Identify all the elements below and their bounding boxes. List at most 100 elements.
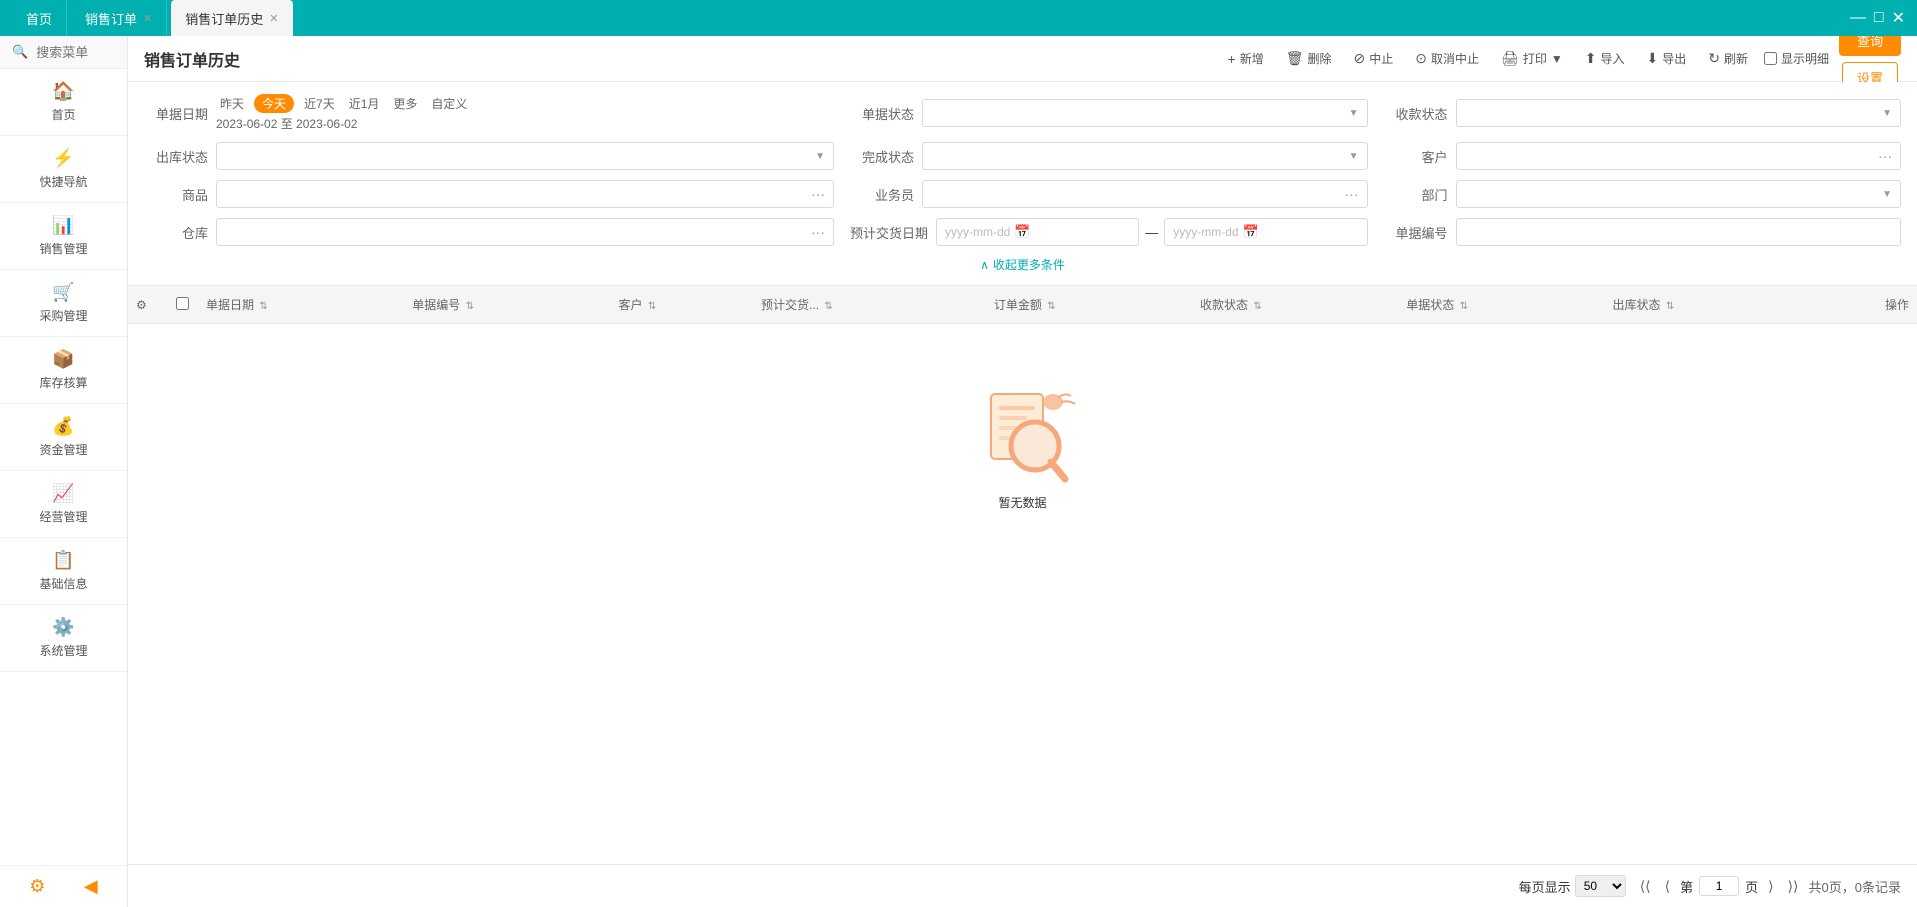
tab-sales-order-close[interactable]: ✕ bbox=[143, 12, 152, 25]
th-number[interactable]: 单据编号 ⇅ bbox=[404, 286, 610, 324]
complete-status-select[interactable]: ▼ bbox=[922, 142, 1368, 170]
sidebar-item-finance[interactable]: 💰 资金管理 bbox=[0, 404, 127, 471]
outbound-status-select[interactable]: ▼ bbox=[216, 142, 834, 170]
sidebar-item-finance-label: 资金管理 bbox=[39, 441, 87, 458]
empty-text: 暂无数据 bbox=[998, 494, 1046, 511]
sidebar-search-bar[interactable]: 🔍 bbox=[0, 36, 127, 69]
sales-icon: 📊 bbox=[52, 215, 74, 236]
pagination: ⟨⟨ ⟨ 第 页 ⟩ ⟩⟩ 共0页，0条记录 bbox=[1636, 876, 1901, 897]
stop-icon: ⊘ bbox=[1354, 50, 1366, 67]
receipt-status-label: 收款状态 bbox=[1384, 104, 1448, 123]
customer-dots-icon[interactable]: ··· bbox=[1878, 148, 1892, 164]
goods-dots-icon[interactable]: ··· bbox=[811, 186, 825, 202]
sidebar-item-home[interactable]: 🏠 首页 bbox=[0, 69, 127, 136]
th-receipt-status-label: 收款状态 bbox=[1200, 298, 1248, 312]
page-number-input[interactable] bbox=[1699, 876, 1739, 896]
collapse-filter-button[interactable]: ∧ 收起更多条件 bbox=[144, 256, 1901, 273]
home-icon: 🏠 bbox=[52, 81, 74, 102]
filter-row-1: 单据日期 昨天 今天 近7天 近1月 更多 自定义 2023-06-02 至 2… bbox=[144, 94, 1901, 132]
th-settings[interactable]: ⚙ bbox=[128, 286, 168, 324]
sidebar-item-quick-nav[interactable]: ⚡ 快捷导航 bbox=[0, 136, 127, 203]
th-receipt-status[interactable]: 收款状态 ⇅ bbox=[1192, 286, 1398, 324]
date-7days-btn[interactable]: 近7天 bbox=[300, 94, 339, 113]
delete-icon: 🗑 bbox=[1286, 50, 1304, 67]
tab-home[interactable]: 首页 bbox=[12, 0, 67, 36]
stop-button[interactable]: ⊘ 中止 bbox=[1348, 46, 1400, 71]
date-custom-btn[interactable]: 自定义 bbox=[427, 94, 471, 113]
settings-bottom-icon[interactable]: ⚙ bbox=[29, 876, 45, 897]
last-page-btn[interactable]: ⟩⟩ bbox=[1784, 876, 1803, 897]
top-bar: 首页 销售订单 ✕ 销售订单历史 ✕ — □ ✕ bbox=[0, 0, 1917, 36]
sidebar-item-operation[interactable]: 📈 经营管理 bbox=[0, 471, 127, 538]
sidebar-item-basic[interactable]: 📋 基础信息 bbox=[0, 538, 127, 605]
th-checkbox[interactable] bbox=[168, 286, 198, 324]
department-select[interactable]: ▼ bbox=[1456, 180, 1902, 208]
page-size-selector: 每页显示 50 20 100 bbox=[1519, 875, 1626, 897]
th-amount[interactable]: 订单金额 ⇅ bbox=[986, 286, 1192, 324]
customer-input[interactable]: ··· bbox=[1456, 142, 1902, 170]
tab-sales-order-history[interactable]: 销售订单历史 ✕ bbox=[171, 0, 293, 36]
export-button[interactable]: ⬇ 导出 bbox=[1640, 46, 1692, 71]
salesperson-input[interactable]: ··· bbox=[922, 180, 1368, 208]
salesperson-dots-icon[interactable]: ··· bbox=[1345, 186, 1359, 202]
delivery-date-start[interactable]: yyyy-mm-dd 📅 bbox=[936, 218, 1139, 246]
prev-page-btn[interactable]: ⟨ bbox=[1661, 876, 1674, 897]
goods-label: 商品 bbox=[144, 185, 208, 204]
query-button[interactable]: 查询 bbox=[1839, 36, 1901, 56]
warehouse-dots-icon[interactable]: ··· bbox=[811, 224, 825, 240]
calendar-start-icon[interactable]: 📅 bbox=[1014, 224, 1030, 240]
collapse-sidebar-icon[interactable]: ◀ bbox=[84, 876, 98, 897]
goods-input[interactable]: ··· bbox=[216, 180, 834, 208]
bill-status-select[interactable]: ▼ bbox=[922, 99, 1368, 127]
delivery-date-end[interactable]: yyyy-mm-dd 📅 bbox=[1164, 218, 1367, 246]
tab-sales-order-history-close[interactable]: ✕ bbox=[269, 12, 278, 25]
filter-row-4: 仓库 ··· 预计交货日期 yyyy-mm-dd 📅 — yyyy bbox=[144, 218, 1901, 246]
date-1month-btn[interactable]: 近1月 bbox=[345, 94, 384, 113]
import-label: 导入 bbox=[1600, 50, 1624, 67]
complete-status-arrow-icon: ▼ bbox=[1349, 151, 1359, 162]
cancel-stop-icon: ⊙ bbox=[1415, 50, 1427, 67]
cancel-stop-label: 取消中止 bbox=[1431, 50, 1479, 67]
sidebar-item-system[interactable]: ⚙️ 系统管理 bbox=[0, 605, 127, 672]
th-bill-status[interactable]: 单据状态 ⇅ bbox=[1398, 286, 1604, 324]
restore-icon[interactable]: □ bbox=[1874, 9, 1884, 27]
bill-number-input[interactable] bbox=[1456, 218, 1902, 246]
bill-status-arrow-icon: ▼ bbox=[1349, 108, 1359, 119]
tab-sales-order[interactable]: 销售订单 ✕ bbox=[71, 0, 167, 36]
print-button[interactable]: 🖨 打印 ▼ bbox=[1495, 46, 1569, 71]
window-close-icon[interactable]: ✕ bbox=[1892, 8, 1905, 28]
sidebar-item-inventory[interactable]: 📦 库存核算 bbox=[0, 337, 127, 404]
sidebar-item-sales[interactable]: 📊 销售管理 bbox=[0, 203, 127, 270]
warehouse-input[interactable]: ··· bbox=[216, 218, 834, 246]
page-label-text: 第 bbox=[1680, 877, 1693, 896]
content-area: 销售订单历史 + 新增 🗑 删除 ⊘ 中止 ⊙ 取消中止 bbox=[128, 36, 1917, 907]
first-page-btn[interactable]: ⟨⟨ bbox=[1636, 876, 1655, 897]
date-today-btn[interactable]: 今天 bbox=[254, 94, 294, 113]
select-all-checkbox[interactable] bbox=[176, 297, 189, 310]
import-button[interactable]: ⬆ 导入 bbox=[1579, 46, 1631, 71]
calendar-end-icon[interactable]: 📅 bbox=[1243, 224, 1259, 240]
date-yesterday-btn[interactable]: 昨天 bbox=[216, 94, 248, 113]
display-detail-label: 显示明细 bbox=[1781, 50, 1829, 67]
receipt-status-select[interactable]: ▼ bbox=[1456, 99, 1902, 127]
th-date[interactable]: 单据日期 ⇅ bbox=[198, 286, 404, 324]
th-outbound-status[interactable]: 出库状态 ⇅ bbox=[1605, 286, 1811, 324]
page-header: 销售订单历史 + 新增 🗑 删除 ⊘ 中止 ⊙ 取消中止 bbox=[128, 36, 1917, 82]
filter-goods: 商品 ··· bbox=[144, 180, 834, 208]
new-button[interactable]: + 新增 bbox=[1222, 46, 1270, 71]
cancel-stop-button[interactable]: ⊙ 取消中止 bbox=[1409, 46, 1485, 71]
display-detail-input[interactable] bbox=[1764, 52, 1777, 65]
filter-row-3: 商品 ··· 业务员 ··· 部门 ▼ bbox=[144, 180, 1901, 208]
page-size-dropdown[interactable]: 50 20 100 bbox=[1575, 875, 1626, 897]
sidebar-item-purchase[interactable]: 🛒 采购管理 bbox=[0, 270, 127, 337]
system-icon: ⚙️ bbox=[52, 617, 74, 638]
delete-button[interactable]: 🗑 删除 bbox=[1280, 46, 1338, 71]
minimize-icon[interactable]: — bbox=[1850, 9, 1866, 27]
next-page-btn[interactable]: ⟩ bbox=[1764, 876, 1777, 897]
refresh-button[interactable]: ↻ 刷新 bbox=[1702, 46, 1754, 71]
sidebar-item-system-label: 系统管理 bbox=[39, 642, 87, 659]
display-detail-checkbox[interactable]: 显示明细 bbox=[1764, 50, 1829, 67]
th-delivery[interactable]: 预计交货... ⇅ bbox=[753, 286, 986, 324]
th-customer[interactable]: 客户 ⇅ bbox=[610, 286, 753, 324]
date-more-btn[interactable]: 更多 bbox=[389, 94, 421, 113]
